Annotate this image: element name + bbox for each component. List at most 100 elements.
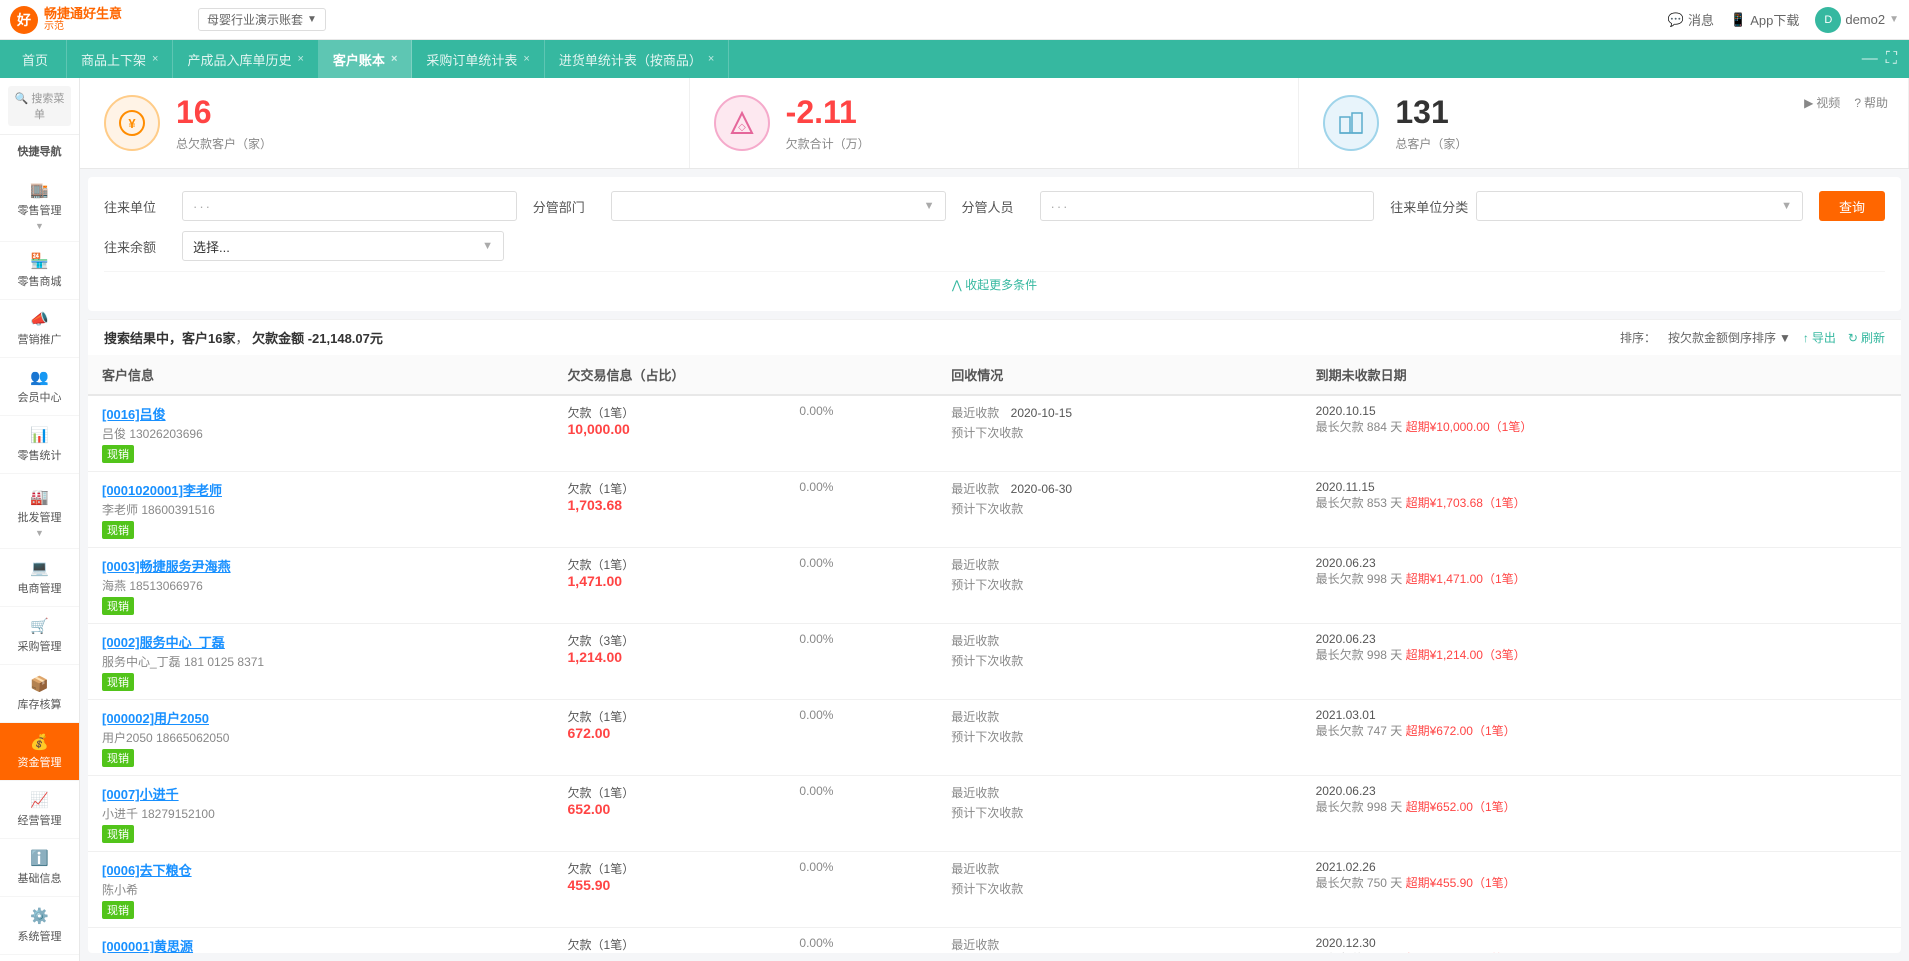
- sidebar-item-basic-info[interactable]: ℹ️ 基础信息: [0, 839, 79, 897]
- filter-balance-select[interactable]: 选择... ▼: [182, 231, 504, 261]
- customer-name-link[interactable]: [0006]去下粮仓: [102, 863, 192, 878]
- sidebar-item-marketing[interactable]: 📣 营销推广: [0, 300, 79, 358]
- customer-tag: 现销: [102, 673, 134, 691]
- customer-name-link[interactable]: [0003]畅捷服务尹海燕: [102, 559, 231, 574]
- sidebar-item-purchase[interactable]: 🛒 采购管理: [0, 607, 79, 665]
- customer-name-link[interactable]: [0002]服务中心_丁磊: [102, 635, 225, 650]
- customer-name-link[interactable]: [0007]小进千: [102, 787, 179, 802]
- result-summary: 搜索结果中，客户16家， 欠款金额 -21,148.07元: [104, 328, 383, 347]
- tab-customer-account[interactable]: 客户账本 ×: [319, 40, 412, 78]
- filter-unit-class-select[interactable]: ▼: [1476, 191, 1803, 221]
- next-collect: 预计下次收款: [951, 424, 1287, 441]
- filter-person-input[interactable]: ···: [1040, 191, 1375, 221]
- video-btn[interactable]: ▶ 视频: [1804, 94, 1840, 111]
- sidebar-item-retail-mall[interactable]: 🏪 零售商城: [0, 242, 79, 300]
- sort-select[interactable]: 按欠款金额倒序排序 ▼: [1668, 329, 1791, 346]
- sidebar-item-retail-stats[interactable]: 📊 零售统计: [0, 416, 79, 474]
- overdue-days: 最长欠款 747 天: [1316, 724, 1406, 738]
- cell-customer-info: [0007]小进千 小进千 18279152100 现销: [88, 776, 554, 852]
- tab-close-product-history[interactable]: ×: [297, 53, 303, 65]
- tab-purchase-stats[interactable]: 进货单统计表（按商品） ×: [545, 40, 729, 78]
- refresh-btn[interactable]: ↻ 刷新: [1848, 329, 1885, 346]
- cell-due-date: 2020.06.23 最长欠款 998 天 超期¥652.00（1笔）: [1302, 776, 1901, 852]
- sidebar-item-ecommerce[interactable]: 💻 电商管理: [0, 549, 79, 607]
- tab-close-purchase-stats[interactable]: ×: [708, 53, 714, 65]
- cell-debt-ratio: 0.00%: [785, 472, 937, 548]
- sidebar-item-member[interactable]: 👥 会员中心: [0, 358, 79, 416]
- query-button[interactable]: 查询: [1819, 191, 1885, 221]
- debt-customers-label: 总欠款客户（家）: [176, 135, 272, 152]
- message-icon: 💬: [1668, 12, 1684, 28]
- last-collect-label: 最近收款: [951, 634, 999, 648]
- total-customers-label: 总客户（家）: [1395, 135, 1467, 152]
- sidebar-item-wholesale[interactable]: 🏭 批发管理 ▼: [0, 478, 79, 549]
- customer-name-link[interactable]: [000002]用户2050: [102, 711, 209, 726]
- debt-ratio: 0.00%: [799, 708, 833, 722]
- tab-close-product-shelves[interactable]: ×: [152, 53, 158, 65]
- system-icon: ⚙️: [30, 907, 49, 925]
- cell-customer-info: [0006]去下粮仓 陈小希 现销: [88, 852, 554, 928]
- filter-source-unit-input[interactable]: ···: [182, 191, 517, 221]
- debt-count: 欠款（1笔）: [568, 860, 772, 877]
- app-download-btn[interactable]: 📱 App下载: [1730, 10, 1799, 29]
- sidebar-item-retail-mgmt[interactable]: 🏬 零售管理 ▼: [0, 171, 79, 242]
- svg-text:¥: ¥: [128, 116, 136, 131]
- help-btn[interactable]: ? 帮助: [1854, 94, 1888, 111]
- customer-name-link[interactable]: [000001]黄思源: [102, 939, 193, 953]
- debt-amount[interactable]: 10,000.00: [568, 421, 772, 437]
- debt-amount[interactable]: 1,471.00: [568, 573, 772, 589]
- debt-count: 欠款（1笔）: [568, 556, 772, 573]
- overdue-link[interactable]: 超期¥1,471.00（1笔）: [1406, 572, 1526, 586]
- sidebar-item-system[interactable]: ⚙️ 系统管理: [0, 897, 79, 955]
- nav-minimize-btn[interactable]: —: [1862, 50, 1878, 68]
- debt-amount[interactable]: 652.00: [568, 801, 772, 817]
- next-collect: 预计下次收款: [951, 880, 1287, 897]
- tab-product-history[interactable]: 产成品入库单历史 ×: [173, 40, 318, 78]
- message-btn[interactable]: 💬 消息: [1668, 10, 1714, 29]
- export-btn[interactable]: ↑ 导出: [1803, 329, 1836, 346]
- last-collect-label: 最近收款: [951, 710, 999, 724]
- debt-amount[interactable]: 1,214.00: [568, 649, 772, 665]
- sidebar-quick-nav[interactable]: 快捷导航: [0, 135, 79, 167]
- sidebar-search[interactable]: 🔍 搜索菜单: [0, 78, 79, 135]
- nav-maximize-btn[interactable]: ⛶: [1886, 50, 1897, 68]
- overdue-link[interactable]: 超期¥1,214.00（3笔）: [1406, 648, 1526, 662]
- overdue-link[interactable]: 超期¥10,000.00（1笔）: [1406, 420, 1533, 434]
- due-date: 2021.02.26: [1316, 860, 1887, 874]
- sidebar-item-capital[interactable]: 💰 资金管理: [0, 723, 79, 781]
- table-row: [0016]吕俊 吕俊 13026203696 现销 欠款（1笔） 10,000…: [88, 395, 1901, 472]
- filter-dept-select[interactable]: ▼: [611, 191, 946, 221]
- last-collect-label: 最近收款: [951, 482, 999, 496]
- overdue-link[interactable]: 超期¥1,703.68（1笔）: [1406, 496, 1526, 510]
- debt-amount[interactable]: 1,703.68: [568, 497, 772, 513]
- cell-debt-ratio: 0.00%: [785, 700, 937, 776]
- cell-customer-info: [0002]服务中心_丁磊 服务中心_丁磊 181 0125 8371 现销: [88, 624, 554, 700]
- stat-debt-customers: ¥ 16 总欠款客户（家）: [80, 78, 690, 168]
- overdue-link[interactable]: 超期¥429.00（1笔）: [1406, 952, 1516, 953]
- table-row: [0003]畅捷服务尹海燕 海燕 18513066976 现销 欠款（1笔） 1…: [88, 548, 1901, 624]
- filter-collapse-btn[interactable]: ⋀ 收起更多条件: [104, 271, 1885, 297]
- overdue-link[interactable]: 超期¥652.00（1笔）: [1406, 800, 1516, 814]
- sidebar-item-inventory[interactable]: 📦 库存核算: [0, 665, 79, 723]
- customer-name-link[interactable]: [0001020001]李老师: [102, 483, 222, 498]
- sidebar-item-enterprise[interactable]: 🤝 企业协同: [0, 955, 79, 961]
- last-collect-label: 最近收款: [951, 938, 999, 952]
- sidebar-item-operations[interactable]: 📈 经营管理: [0, 781, 79, 839]
- industry-selector[interactable]: 母婴行业演示账套 ▼: [198, 8, 326, 31]
- last-collect-label: 最近收款: [951, 862, 999, 876]
- debt-amount[interactable]: 455.90: [568, 877, 772, 893]
- debt-customers-value: 16: [176, 94, 272, 131]
- debt-amount[interactable]: 672.00: [568, 725, 772, 741]
- debt-count: 欠款（1笔）: [568, 404, 772, 421]
- tab-product-shelves[interactable]: 商品上下架 ×: [67, 40, 173, 78]
- tab-close-purchase-order[interactable]: ×: [523, 53, 529, 65]
- user-menu[interactable]: D demo2 ▼: [1815, 7, 1899, 33]
- tab-home[interactable]: 首页: [4, 40, 67, 78]
- cell-customer-info: [0016]吕俊 吕俊 13026203696 现销: [88, 395, 554, 472]
- customer-name-link[interactable]: [0016]吕俊: [102, 407, 166, 422]
- tab-purchase-order[interactable]: 采购订单统计表 ×: [412, 40, 544, 78]
- overdue-link[interactable]: 超期¥672.00（1笔）: [1406, 724, 1516, 738]
- overdue-link[interactable]: 超期¥455.90（1笔）: [1406, 876, 1516, 890]
- tab-close-customer-account[interactable]: ×: [391, 53, 397, 65]
- capital-icon: 💰: [30, 733, 49, 751]
